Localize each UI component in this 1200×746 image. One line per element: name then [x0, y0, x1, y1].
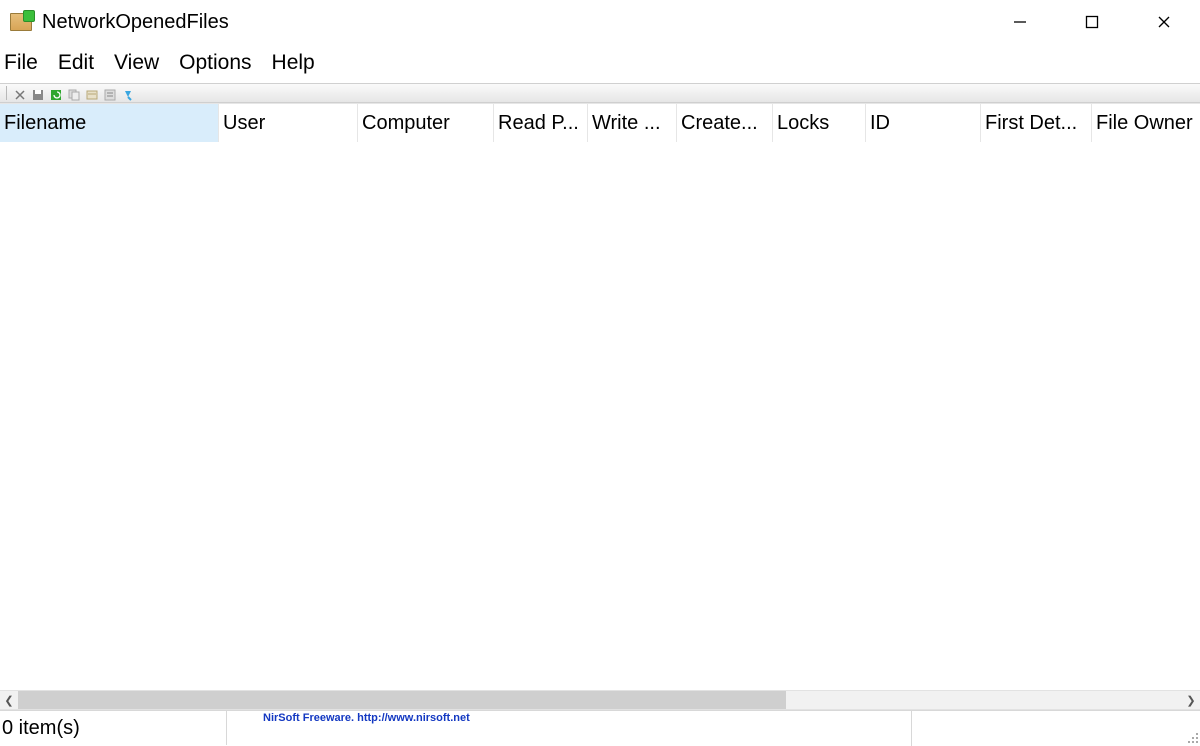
- maximize-button[interactable]: [1056, 0, 1128, 44]
- toolbar-separator: [6, 86, 7, 100]
- column-header-read-p[interactable]: Read P...: [494, 104, 588, 142]
- options-icon[interactable]: [103, 86, 117, 100]
- status-bar: 0 item(s) NirSoft Freeware. http://www.n…: [0, 710, 1200, 745]
- horizontal-scrollbar[interactable]: ❮ ❯: [0, 690, 1200, 710]
- copy-icon[interactable]: [67, 86, 81, 100]
- scroll-left-button[interactable]: ❮: [0, 691, 18, 709]
- column-header-filename[interactable]: Filename: [0, 104, 219, 142]
- list-view[interactable]: [0, 142, 1200, 690]
- menu-help[interactable]: Help: [262, 51, 325, 75]
- menu-file[interactable]: File: [2, 51, 48, 75]
- column-header-first-det[interactable]: First Det...: [981, 104, 1092, 142]
- title-bar: NetworkOpenedFiles: [0, 0, 1200, 45]
- status-credit: NirSoft Freeware. http://www.nirsoft.net: [227, 710, 912, 746]
- app-icon: [10, 13, 32, 31]
- menu-edit[interactable]: Edit: [48, 51, 104, 75]
- menu-bar: File Edit View Options Help: [0, 45, 1200, 84]
- window-controls: [984, 0, 1200, 44]
- column-header-id[interactable]: ID: [866, 104, 981, 142]
- properties-icon[interactable]: [85, 86, 99, 100]
- column-header-file-owner[interactable]: File Owner: [1092, 104, 1200, 142]
- close-button[interactable]: [1128, 0, 1200, 44]
- scroll-track[interactable]: [18, 691, 1182, 709]
- minimize-button[interactable]: [984, 0, 1056, 44]
- column-header-computer[interactable]: Computer: [358, 104, 494, 142]
- delete-icon[interactable]: [13, 86, 27, 100]
- refresh-icon[interactable]: [49, 86, 63, 100]
- toolbar: [0, 84, 1200, 103]
- menu-options[interactable]: Options: [169, 51, 261, 75]
- save-icon[interactable]: [31, 86, 45, 100]
- window-title: NetworkOpenedFiles: [42, 11, 229, 34]
- column-header-write[interactable]: Write ...: [588, 104, 677, 142]
- column-header-locks[interactable]: Locks: [773, 104, 866, 142]
- find-icon[interactable]: [121, 86, 135, 100]
- scroll-thumb[interactable]: [18, 691, 786, 709]
- resize-grip[interactable]: [1184, 729, 1198, 743]
- column-header-user[interactable]: User: [219, 104, 358, 142]
- scroll-right-button[interactable]: ❯: [1182, 691, 1200, 709]
- column-header-create[interactable]: Create...: [677, 104, 773, 142]
- column-headers: FilenameUserComputerRead P...Write ...Cr…: [0, 103, 1200, 142]
- menu-view[interactable]: View: [104, 51, 169, 75]
- status-item-count: 0 item(s): [0, 711, 227, 745]
